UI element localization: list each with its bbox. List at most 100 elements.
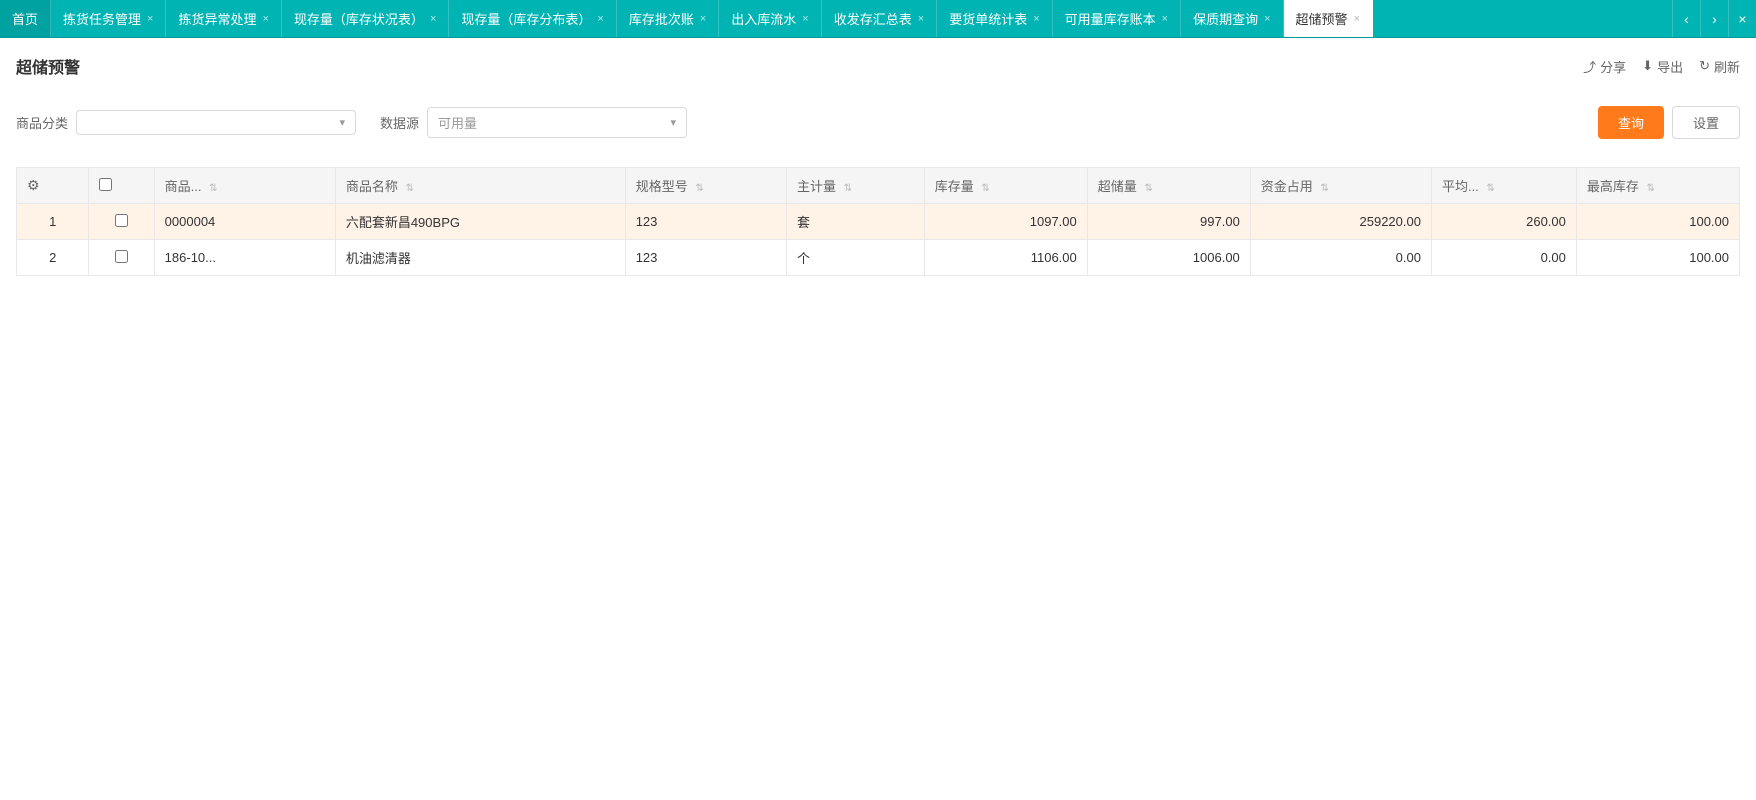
product-code: 186-10...: [154, 240, 335, 276]
capital-amount: 259220.00: [1250, 204, 1431, 240]
refresh-button[interactable]: ↻ 刷新: [1699, 57, 1740, 76]
query-button[interactable]: 查询: [1598, 106, 1664, 139]
th-spec[interactable]: 规格型号 ⇅: [625, 168, 786, 204]
chevron-down-icon: ▾: [671, 116, 677, 129]
gear-icon[interactable]: ⚙: [27, 177, 40, 193]
th-unit[interactable]: 主计量 ⇅: [786, 168, 924, 204]
avg-price: 0.00: [1431, 240, 1576, 276]
overstock-qty: 1006.00: [1087, 240, 1250, 276]
close-icon[interactable]: ×: [1162, 13, 1168, 25]
nav-item-summary[interactable]: 收发存汇总表 ×: [822, 0, 937, 38]
sort-icon: ⇅: [209, 183, 217, 194]
close-icon[interactable]: ×: [1264, 13, 1270, 25]
header-actions: ⤴ 分享 ⬇ 导出 ↻ 刷新: [1583, 57, 1740, 76]
row-number: 2: [17, 240, 89, 276]
nav-item-overstock[interactable]: 超储预警 ×: [1284, 0, 1373, 38]
datasource-label: 数据源: [380, 113, 419, 132]
nav-item-home[interactable]: 首页: [0, 0, 51, 38]
th-overstock[interactable]: 超储量 ⇅: [1087, 168, 1250, 204]
close-icon[interactable]: ×: [1033, 13, 1039, 25]
product-name: 机油滤清器: [335, 240, 625, 276]
page-container: 超储预警 ⤴ 分享 ⬇ 导出 ↻ 刷新 商品分类 ▾ 数据源: [0, 38, 1756, 800]
capital-amount: 0.00: [1250, 240, 1431, 276]
nav-item-order-stat[interactable]: 要货单统计表 ×: [937, 0, 1052, 38]
th-avg[interactable]: 平均... ⇅: [1431, 168, 1576, 204]
nav-item-stock-dist[interactable]: 现存量（库存分布表） ×: [449, 0, 616, 38]
table-row: 1 0000004 六配套新昌490BPG 123 套 1097.00 997.…: [17, 204, 1740, 240]
settings-button[interactable]: 设置: [1672, 106, 1740, 139]
table-row: 2 186-10... 机油滤清器 123 个 1106.00 1006.00 …: [17, 240, 1740, 276]
close-icon[interactable]: ×: [802, 13, 808, 25]
filter-row: 商品分类 ▾ 数据源 可用量 ▾ 查询 设置: [16, 94, 1740, 151]
max-stock: 100.00: [1576, 204, 1739, 240]
close-icon[interactable]: ×: [147, 13, 153, 25]
page-header: 超储预警 ⤴ 分享 ⬇ 导出 ↻ 刷新: [16, 54, 1740, 78]
stock-qty: 1106.00: [924, 240, 1087, 276]
max-stock: 100.00: [1576, 240, 1739, 276]
category-label: 商品分类: [16, 113, 68, 132]
export-button[interactable]: ⬇ 导出: [1642, 57, 1683, 76]
nav-item-available[interactable]: 可用量库存账本 ×: [1053, 0, 1181, 38]
datasource-filter: 数据源 可用量 ▾: [380, 107, 687, 138]
product-spec: 123: [625, 240, 786, 276]
close-icon[interactable]: ×: [700, 13, 706, 25]
sort-icon: ⇅: [981, 183, 989, 194]
share-icon: ⤴: [1583, 57, 1596, 76]
close-icon[interactable]: ×: [918, 13, 924, 25]
filter-buttons: 查询 设置: [1598, 106, 1740, 139]
avg-price: 260.00: [1431, 204, 1576, 240]
row-checkbox-cell[interactable]: [89, 204, 154, 240]
product-code: 0000004: [154, 204, 335, 240]
th-maxstock[interactable]: 最高库存 ⇅: [1576, 168, 1739, 204]
product-unit: 套: [786, 204, 924, 240]
nav-item-flow[interactable]: 出入库流水 ×: [719, 0, 821, 38]
refresh-icon: ↻: [1699, 58, 1710, 74]
nav-item-expiry[interactable]: 保质期查询 ×: [1181, 0, 1283, 38]
th-checkbox[interactable]: [89, 168, 154, 204]
nav-item-task[interactable]: 拣货任务管理 ×: [51, 0, 166, 38]
th-name[interactable]: 商品名称 ⇅: [335, 168, 625, 204]
chevron-down-icon: ▾: [339, 116, 345, 129]
close-icon[interactable]: ×: [1354, 13, 1360, 25]
sort-icon: ⇅: [405, 183, 413, 194]
share-button[interactable]: ⤴ 分享: [1583, 57, 1626, 76]
product-name: 六配套新昌490BPG: [335, 204, 625, 240]
sort-icon: ⇅: [844, 183, 852, 194]
th-gear[interactable]: ⚙: [17, 168, 89, 204]
nav-prev-button[interactable]: ‹: [1672, 0, 1700, 38]
category-select[interactable]: ▾: [76, 110, 356, 135]
close-icon[interactable]: ×: [262, 13, 268, 25]
sort-icon: ⇅: [1144, 183, 1152, 194]
th-code[interactable]: 商品... ⇅: [154, 168, 335, 204]
datasource-value: 可用量: [438, 113, 477, 132]
datasource-select[interactable]: 可用量 ▾: [427, 107, 687, 138]
data-table: ⚙ 商品... ⇅ 商品名称 ⇅ 规格型号 ⇅ 主计量: [16, 167, 1740, 276]
stock-qty: 1097.00: [924, 204, 1087, 240]
nav-item-batch[interactable]: 库存批次账 ×: [617, 0, 719, 38]
nav-arrows: ‹ › ×: [1672, 0, 1756, 38]
category-filter: 商品分类 ▾: [16, 110, 356, 135]
row-number: 1: [17, 204, 89, 240]
nav-close-button[interactable]: ×: [1728, 0, 1756, 38]
th-capital[interactable]: 资金占用 ⇅: [1250, 168, 1431, 204]
close-icon[interactable]: ×: [597, 13, 603, 25]
page-title: 超储预警: [16, 54, 80, 78]
export-icon: ⬇: [1642, 58, 1653, 74]
sort-icon: ⇅: [1320, 183, 1328, 194]
sort-icon: ⇅: [695, 183, 703, 194]
product-spec: 123: [625, 204, 786, 240]
product-unit: 个: [786, 240, 924, 276]
row-checkbox-cell[interactable]: [89, 240, 154, 276]
nav-next-button[interactable]: ›: [1700, 0, 1728, 38]
close-icon[interactable]: ×: [430, 13, 436, 25]
nav-item-stock-status[interactable]: 现存量（库存状况表） ×: [282, 0, 449, 38]
select-all-checkbox[interactable]: [99, 178, 112, 191]
table-header-row: ⚙ 商品... ⇅ 商品名称 ⇅ 规格型号 ⇅ 主计量: [17, 168, 1740, 204]
th-stock[interactable]: 库存量 ⇅: [924, 168, 1087, 204]
row-checkbox[interactable]: [115, 250, 128, 263]
row-checkbox[interactable]: [115, 214, 128, 227]
sort-icon: ⇅: [1486, 183, 1494, 194]
overstock-qty: 997.00: [1087, 204, 1250, 240]
nav-item-exception[interactable]: 拣货异常处理 ×: [166, 0, 281, 38]
top-nav: 首页 拣货任务管理 × 拣货异常处理 × 现存量（库存状况表） × 现存量（库存…: [0, 0, 1756, 38]
